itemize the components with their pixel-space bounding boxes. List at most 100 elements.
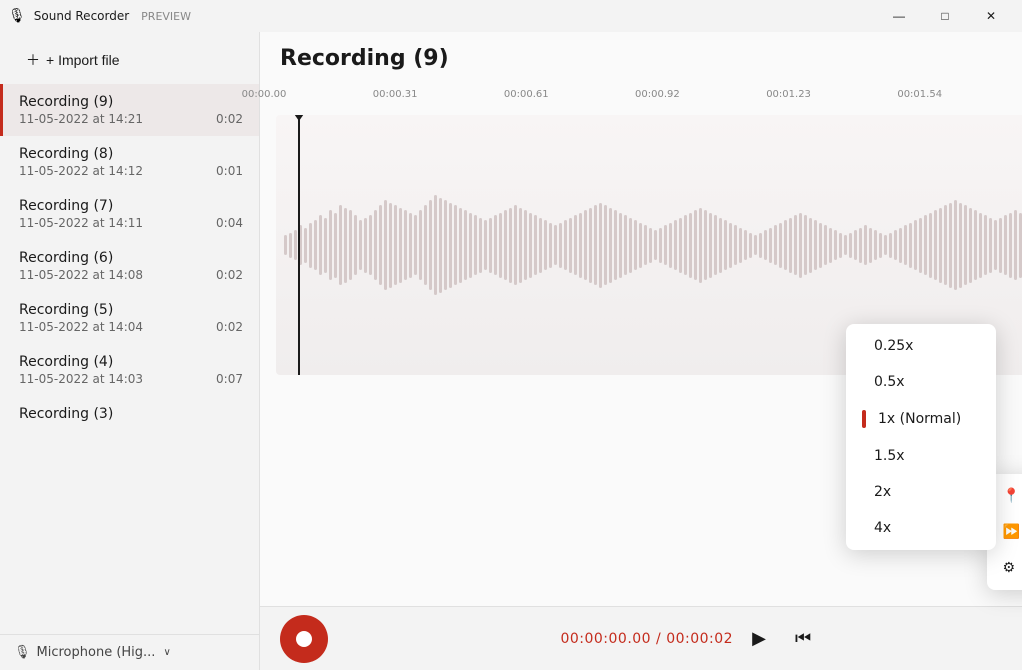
recording-meta: 11-05-2022 at 14:03 0:07 bbox=[19, 372, 243, 386]
record-button[interactable] bbox=[280, 615, 328, 663]
waveform-bar bbox=[439, 198, 442, 293]
waveform-bar bbox=[624, 215, 627, 275]
title-bar-left: 🎙 Sound Recorder PREVIEW bbox=[8, 8, 191, 24]
recording-item[interactable]: Recording (9) 11-05-2022 at 14:21 0:02 bbox=[0, 84, 259, 136]
speed-option[interactable]: 4x bbox=[846, 510, 996, 546]
play-button[interactable]: ▶ bbox=[741, 621, 777, 657]
recording-duration: 0:07 bbox=[216, 372, 243, 386]
speed-option[interactable]: 1.5x bbox=[846, 438, 996, 474]
bottom-controls: 00:00:00.00 / 00:00:02 ▶ ⏮ 📍 Mark ••• bbox=[260, 606, 1022, 670]
waveform-bar bbox=[759, 233, 762, 258]
waveform-bar bbox=[539, 218, 542, 273]
waveform-bar bbox=[924, 215, 927, 275]
recording-date: 11-05-2022 at 14:11 bbox=[19, 216, 143, 230]
timeline-tick: 00:01.54 bbox=[897, 89, 942, 100]
waveform-bar bbox=[659, 228, 662, 263]
recording-date: 11-05-2022 at 14:08 bbox=[19, 268, 143, 282]
waveform-bar bbox=[764, 230, 767, 260]
waveform-bar bbox=[909, 223, 912, 268]
import-file-button[interactable]: ＋ + Import file bbox=[16, 44, 243, 76]
recording-duration: 0:02 bbox=[216, 268, 243, 282]
waveform-bar bbox=[1009, 213, 1012, 278]
waveform-bar bbox=[434, 195, 437, 295]
waveform-bar bbox=[519, 208, 522, 283]
maximize-button[interactable]: □ bbox=[922, 0, 968, 32]
waveform-bar bbox=[504, 210, 507, 280]
import-label: + Import file bbox=[46, 52, 120, 68]
playhead-marker bbox=[292, 115, 306, 121]
speed-label: 4x bbox=[874, 520, 891, 536]
waveform-bar bbox=[294, 230, 297, 260]
waveform-bar bbox=[799, 213, 802, 278]
skip-button[interactable]: ⏮ bbox=[785, 621, 821, 657]
waveform-bar bbox=[724, 220, 727, 270]
speed-option[interactable]: 2x bbox=[846, 474, 996, 510]
app-icon: 🎙 bbox=[8, 8, 26, 24]
app-body: ＋ + Import file Recording (9) 11-05-2022… bbox=[0, 32, 1022, 670]
microphone-selector[interactable]: 🎙 Microphone (Hig... ∨ bbox=[0, 634, 259, 670]
recording-item[interactable]: Recording (6) 11-05-2022 at 14:08 0:02 bbox=[0, 240, 259, 292]
waveform-bar bbox=[894, 230, 897, 260]
waveform-bar bbox=[634, 220, 637, 270]
waveform-bar bbox=[374, 210, 377, 280]
waveform-bar bbox=[719, 218, 722, 273]
recording-item[interactable]: Recording (7) 11-05-2022 at 14:11 0:04 bbox=[0, 188, 259, 240]
waveform-bar bbox=[429, 200, 432, 290]
recording-title: Recording (9) bbox=[280, 46, 449, 71]
waveform-bar bbox=[979, 213, 982, 278]
window-controls: — □ ✕ bbox=[876, 0, 1014, 32]
skip-icon: ⏮ bbox=[795, 628, 811, 649]
waveform-bar bbox=[524, 210, 527, 280]
waveform-bar bbox=[419, 210, 422, 280]
speed-option[interactable]: 1x (Normal) bbox=[846, 400, 996, 438]
play-icon: ▶ bbox=[752, 628, 766, 649]
waveform-bar bbox=[444, 200, 447, 290]
waveform-bar bbox=[794, 215, 797, 275]
close-button[interactable]: ✕ bbox=[968, 0, 1014, 32]
waveform-bar bbox=[584, 210, 587, 280]
waveform-bar bbox=[969, 208, 972, 283]
recording-item[interactable]: Recording (3) bbox=[0, 396, 259, 434]
waveform-bar bbox=[574, 215, 577, 275]
recording-meta: 11-05-2022 at 14:12 0:01 bbox=[19, 164, 243, 178]
waveform-bar bbox=[334, 213, 337, 278]
speed-label: 1.5x bbox=[874, 448, 905, 464]
waveform-bar bbox=[904, 225, 907, 265]
recording-item[interactable]: Recording (4) 11-05-2022 at 14:03 0:07 bbox=[0, 344, 259, 396]
speed-option[interactable]: 0.25x bbox=[846, 328, 996, 364]
speed-label: 0.25x bbox=[874, 338, 913, 354]
waveform-bar bbox=[804, 215, 807, 275]
timeline-tick: 00:01.23 bbox=[766, 89, 811, 100]
waveform-bar bbox=[459, 208, 462, 283]
waveform-bar bbox=[749, 233, 752, 258]
waveform-bar bbox=[414, 215, 417, 275]
waveform-bar bbox=[319, 215, 322, 275]
waveform-bar bbox=[629, 218, 632, 273]
waveform-bar bbox=[449, 203, 452, 288]
recording-duration: 0:02 bbox=[216, 320, 243, 334]
recording-item[interactable]: Recording (8) 11-05-2022 at 14:12 0:01 bbox=[0, 136, 259, 188]
waveform-bar bbox=[919, 218, 922, 273]
waveform-bar bbox=[664, 225, 667, 265]
recording-meta: 11-05-2022 at 14:11 0:04 bbox=[19, 216, 243, 230]
waveform-bar bbox=[284, 235, 287, 255]
waveform-bar bbox=[554, 225, 557, 265]
minimize-button[interactable]: — bbox=[876, 0, 922, 32]
waveform-bar bbox=[489, 218, 492, 273]
recording-name: Recording (5) bbox=[19, 302, 243, 318]
sidebar: ＋ + Import file Recording (9) 11-05-2022… bbox=[0, 32, 260, 670]
waveform-bar bbox=[854, 230, 857, 260]
playback-speed-icon: ⏩ bbox=[1003, 524, 1020, 540]
waveform-bar bbox=[704, 210, 707, 280]
recording-item[interactable]: Recording (5) 11-05-2022 at 14:04 0:02 bbox=[0, 292, 259, 344]
waveform-bar bbox=[339, 205, 342, 285]
waveform-bar bbox=[974, 210, 977, 280]
speed-option[interactable]: 0.5x bbox=[846, 364, 996, 400]
waveform-bar bbox=[714, 215, 717, 275]
waveform-bar bbox=[394, 205, 397, 285]
context-menu-settings[interactable]: ⚙ Settings bbox=[987, 550, 1022, 586]
speed-label: 0.5x bbox=[874, 374, 905, 390]
waveform-bar bbox=[814, 220, 817, 270]
recording-name: Recording (9) bbox=[19, 94, 243, 110]
main-content: Recording (9) ↑□ Share ••• 00:00.0000:00… bbox=[260, 32, 1022, 670]
